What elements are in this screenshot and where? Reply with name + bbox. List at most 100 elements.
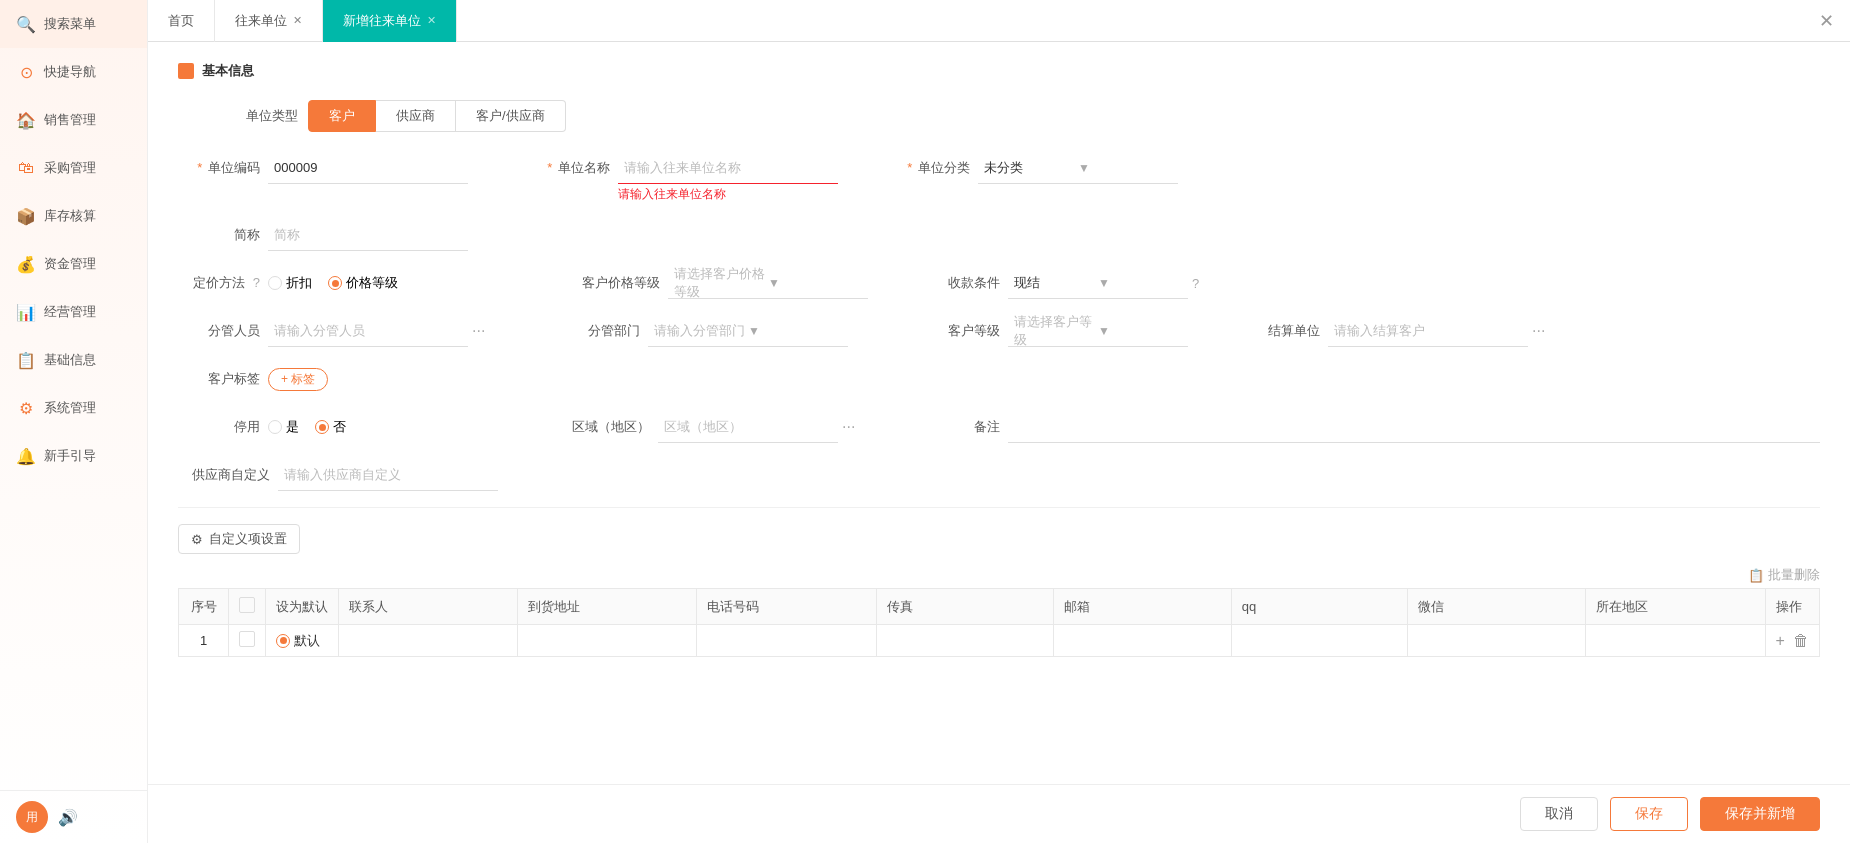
cell-seq: 1 bbox=[179, 625, 229, 657]
wechat-input[interactable] bbox=[1418, 633, 1575, 648]
pricing-label: 定价方法 ? bbox=[178, 267, 268, 299]
disable-radio-group: 是 否 bbox=[268, 418, 346, 436]
col-contact: 联系人 bbox=[339, 589, 518, 625]
field-remark: 备注 bbox=[898, 411, 1820, 443]
sidebar-item-quicknav[interactable]: ⊙ 快捷导航 bbox=[0, 48, 147, 96]
supplier-custom-input[interactable] bbox=[278, 459, 498, 491]
dept-label: 分管部门 bbox=[568, 315, 648, 347]
delete-row-btn[interactable]: 🗑 bbox=[1793, 632, 1809, 650]
field-code: * 单位编码 bbox=[178, 152, 498, 184]
settlement-dots-btn[interactable]: ··· bbox=[1528, 322, 1549, 340]
cell-qq[interactable] bbox=[1231, 625, 1408, 657]
settlement-input[interactable] bbox=[1328, 315, 1528, 347]
field-disable: 停用 是 否 bbox=[178, 411, 558, 443]
manager-input[interactable] bbox=[268, 315, 468, 347]
default-radio[interactable]: 默认 bbox=[276, 632, 328, 650]
tab-partner[interactable]: 往来单位 ✕ bbox=[215, 0, 323, 42]
tab-home[interactable]: 首页 bbox=[148, 0, 215, 42]
payment-select[interactable]: 现结 ▼ bbox=[1008, 267, 1188, 299]
region-dots-btn[interactable]: ··· bbox=[838, 418, 859, 436]
cell-address[interactable] bbox=[517, 625, 697, 657]
tab-new-partner-close[interactable]: ✕ bbox=[427, 14, 436, 27]
category-select[interactable]: 未分类 ▼ bbox=[978, 152, 1178, 184]
unit-btn-supplier[interactable]: 供应商 bbox=[376, 100, 456, 132]
cell-phone[interactable] bbox=[697, 625, 877, 657]
unit-btn-customer[interactable]: 客户 bbox=[308, 100, 376, 132]
sidebar-item-guide[interactable]: 🔔 新手引导 bbox=[0, 432, 147, 480]
sidebar-item-finance[interactable]: 💰 资金管理 bbox=[0, 240, 147, 288]
search-icon: 🔍 bbox=[16, 14, 36, 34]
tab-new-partner[interactable]: 新增往来单位 ✕ bbox=[323, 0, 457, 42]
manager-label: 分管人员 bbox=[178, 315, 268, 347]
col-action: 操作 bbox=[1765, 589, 1819, 625]
col-address: 到货地址 bbox=[517, 589, 697, 625]
cell-action: + 🗑 bbox=[1765, 625, 1819, 657]
table-region-input[interactable] bbox=[1596, 633, 1755, 648]
code-input[interactable] bbox=[268, 152, 468, 184]
pricing-help[interactable]: ? bbox=[253, 275, 260, 290]
sidebar-item-operations[interactable]: 📊 经营管理 bbox=[0, 288, 147, 336]
address-input[interactable] bbox=[528, 633, 687, 648]
header-checkbox[interactable] bbox=[239, 597, 255, 613]
unit-btn-both[interactable]: 客户/供应商 bbox=[456, 100, 566, 132]
remark-input[interactable] bbox=[1008, 411, 1820, 443]
guide-icon: 🔔 bbox=[16, 446, 36, 466]
form-section: * 单位编码 * 单位名称 请输入往来单位名称 bbox=[178, 152, 1820, 491]
email-input[interactable] bbox=[1064, 633, 1221, 648]
form-row-3: 定价方法 ? 折扣 价格等级 客户 bbox=[178, 267, 1820, 299]
cell-default: 默认 bbox=[266, 625, 339, 657]
purchase-icon: 🛍 bbox=[16, 158, 36, 178]
name-error-msg: 请输入往来单位名称 bbox=[528, 186, 858, 203]
fax-input[interactable] bbox=[887, 633, 1044, 648]
customer-level-select[interactable]: 请选择客户等级 ▼ bbox=[1008, 315, 1188, 347]
pricing-radio-level[interactable]: 价格等级 bbox=[328, 274, 398, 292]
tab-partner-close[interactable]: ✕ bbox=[293, 14, 302, 27]
table-body: 1 默认 bbox=[179, 625, 1820, 657]
disable-radio-yes[interactable]: 是 bbox=[268, 418, 299, 436]
cell-fax[interactable] bbox=[876, 625, 1054, 657]
col-email: 邮箱 bbox=[1054, 589, 1232, 625]
sidebar-item-sales[interactable]: 🏠 销售管理 bbox=[0, 96, 147, 144]
disable-label: 停用 bbox=[178, 411, 268, 443]
customer-level-label: 客户等级 bbox=[918, 315, 1008, 347]
contact-input[interactable] bbox=[349, 633, 507, 648]
table-header: 序号 设为默认 联系人 到货地址 电话号码 传真 邮箱 qq 微信 所在地区 操… bbox=[179, 589, 1820, 625]
sidebar-item-system[interactable]: ⚙ 系统管理 bbox=[0, 384, 147, 432]
sidebar-item-search[interactable]: 🔍 搜索菜单 bbox=[0, 0, 147, 48]
cell-table-region[interactable] bbox=[1585, 625, 1765, 657]
sidebar-bottom: 用 🔊 bbox=[0, 790, 147, 843]
save-button[interactable]: 保存 bbox=[1610, 797, 1688, 831]
save-new-button[interactable]: 保存并新增 bbox=[1700, 797, 1820, 831]
region-input[interactable] bbox=[658, 411, 838, 443]
batch-delete-area[interactable]: 📋 批量删除 bbox=[178, 566, 1820, 584]
qq-input[interactable] bbox=[1242, 633, 1398, 648]
sidebar-item-basic[interactable]: 📋 基础信息 bbox=[0, 336, 147, 384]
row-checkbox[interactable] bbox=[239, 631, 255, 647]
cell-contact[interactable] bbox=[339, 625, 518, 657]
add-tag-btn[interactable]: + 标签 bbox=[268, 368, 328, 391]
name-input[interactable] bbox=[618, 152, 838, 184]
phone-input[interactable] bbox=[707, 633, 866, 648]
sidebar-item-inventory[interactable]: 📦 库存核算 bbox=[0, 192, 147, 240]
sidebar-item-purchase[interactable]: 🛍 采购管理 bbox=[0, 144, 147, 192]
cell-wechat[interactable] bbox=[1408, 625, 1586, 657]
field-manager: 分管人员 ··· bbox=[178, 315, 558, 347]
custom-settings-btn[interactable]: ⚙ 自定义项设置 bbox=[178, 524, 300, 554]
payment-help[interactable]: ? bbox=[1192, 276, 1199, 291]
customer-price-select[interactable]: 请选择客户价格等级 ▼ bbox=[668, 267, 868, 299]
dept-select[interactable]: 请输入分管部门 ▼ bbox=[648, 315, 848, 347]
disable-radio-no[interactable]: 否 bbox=[315, 418, 346, 436]
field-customer-level: 客户等级 请选择客户等级 ▼ bbox=[898, 315, 1218, 347]
pricing-radio-discount[interactable]: 折扣 bbox=[268, 274, 312, 292]
field-settlement: 结算单位 ··· bbox=[1218, 315, 1820, 347]
short-name-input[interactable] bbox=[268, 219, 468, 251]
main-area: 首页 往来单位 ✕ 新增往来单位 ✕ ✕ 基本信息 单位类型 客户 供应商 客户… bbox=[148, 0, 1850, 843]
cell-email[interactable] bbox=[1054, 625, 1232, 657]
add-row-btn[interactable]: + bbox=[1776, 632, 1785, 650]
field-name-wrapper: * 单位名称 请输入往来单位名称 bbox=[498, 152, 858, 203]
tabbar-close-btn[interactable]: ✕ bbox=[1803, 10, 1850, 32]
manager-dots-btn[interactable]: ··· bbox=[468, 322, 489, 340]
cancel-button[interactable]: 取消 bbox=[1520, 797, 1598, 831]
col-region: 所在地区 bbox=[1585, 589, 1765, 625]
field-category: * 单位分类 未分类 ▼ bbox=[858, 152, 1198, 184]
